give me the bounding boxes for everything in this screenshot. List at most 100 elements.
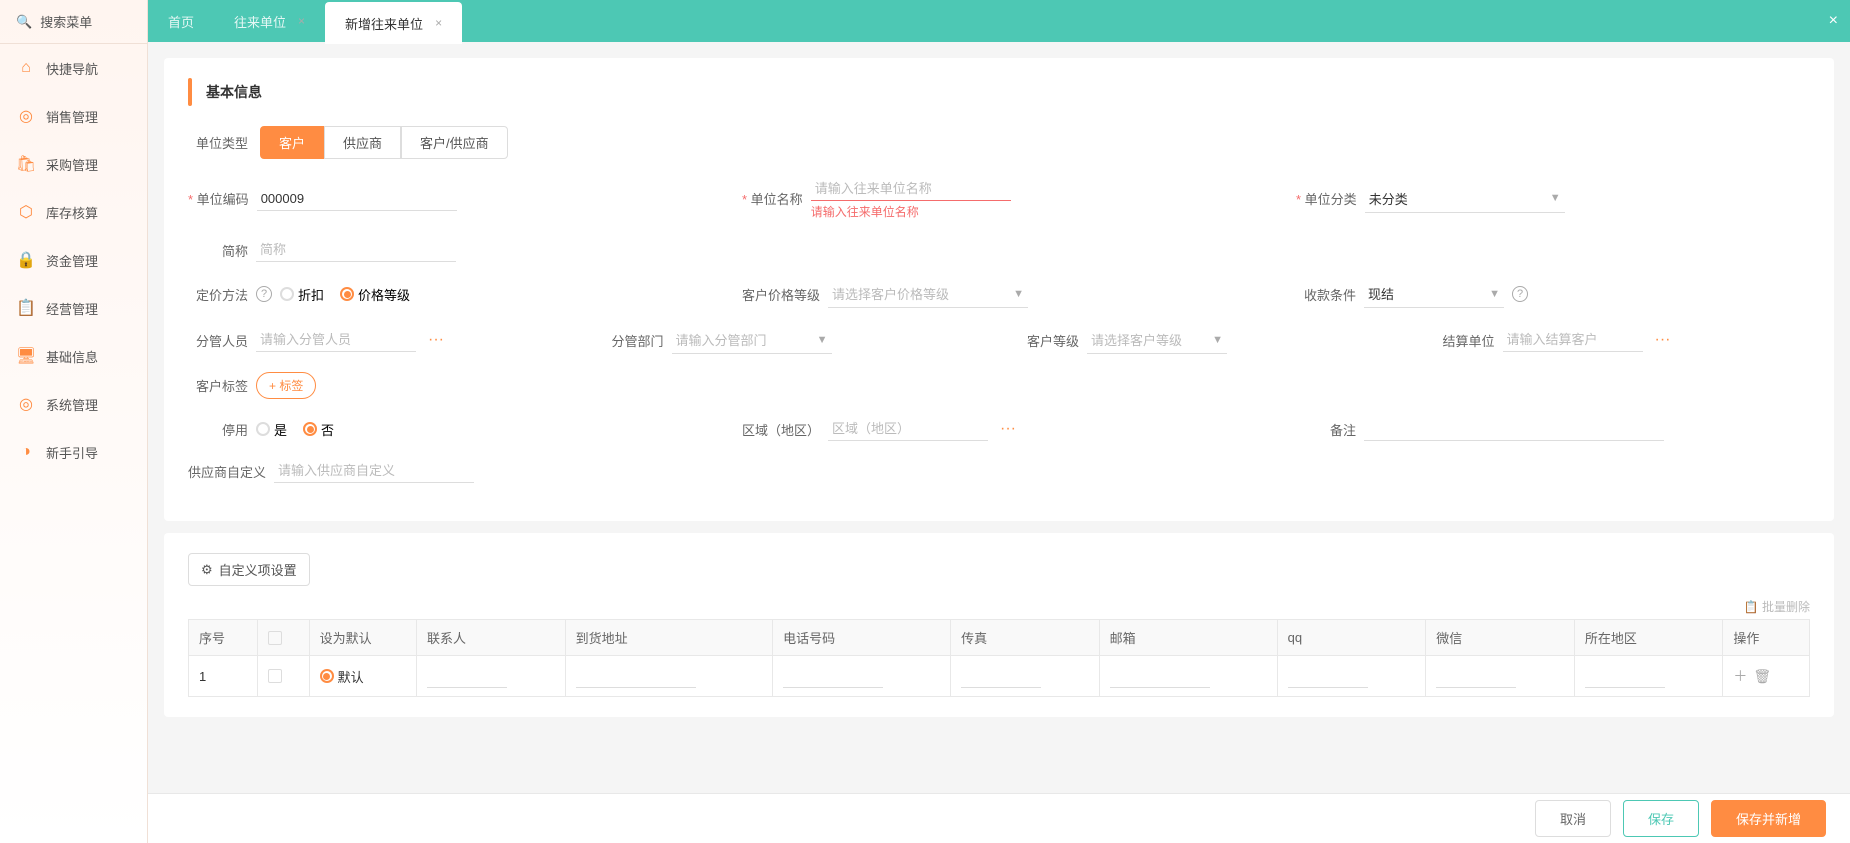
col-default: 设为默认: [309, 620, 416, 656]
btn-both[interactable]: 客户/供应商: [401, 126, 508, 159]
add-tag-button[interactable]: + 标签: [256, 372, 316, 399]
cell-fax[interactable]: [951, 656, 1100, 697]
disabled-no-radio[interactable]: [303, 422, 317, 436]
cell-delivery[interactable]: [565, 656, 772, 697]
sidebar-item-inventory[interactable]: ⬡ 库存核算: [0, 188, 147, 236]
payment-terms-arrow: ▼: [1489, 288, 1500, 300]
supplier-custom-input[interactable]: [274, 459, 474, 483]
payment-terms-label: 收款条件: [1296, 285, 1356, 304]
sidebar-item-quick-nav[interactable]: ⌂ 快捷导航: [0, 44, 147, 92]
default-radio[interactable]: [320, 669, 334, 683]
delivery-input[interactable]: [576, 664, 696, 688]
department-label: 分管部门: [604, 331, 664, 350]
disabled-yes-radio[interactable]: [256, 422, 270, 436]
sidebar-item-label: 经营管理: [46, 299, 98, 318]
tab-new-partner[interactable]: 新增往来单位 ×: [325, 2, 462, 44]
select-all-checkbox[interactable]: [268, 631, 282, 645]
table-header: 序号 设为默认 联系人 到货地址 电话号码 传真 邮箱 qq 微信 所在地区: [189, 620, 1810, 656]
sidebar-search[interactable]: 🔍 搜索菜单: [0, 0, 147, 44]
disabled-yes-option[interactable]: 是: [256, 420, 287, 439]
sidebar-item-system[interactable]: ◎ 系统管理: [0, 380, 147, 428]
phone-input[interactable]: [783, 664, 883, 688]
tab-partners[interactable]: 往来单位 ×: [214, 0, 325, 42]
sidebar-item-purchase[interactable]: 🛍 采购管理: [0, 140, 147, 188]
cancel-button[interactable]: 取消: [1535, 800, 1611, 837]
location-input[interactable]: [1585, 664, 1665, 688]
tab-home[interactable]: 首页: [148, 0, 214, 42]
cell-contact[interactable]: [417, 656, 566, 697]
col-delivery: 到货地址: [565, 620, 772, 656]
email-input[interactable]: [1110, 664, 1210, 688]
cell-location[interactable]: [1574, 656, 1723, 697]
basic-icon: 🖥: [16, 346, 36, 366]
qq-input[interactable]: [1288, 664, 1368, 688]
col-email: 邮箱: [1099, 620, 1277, 656]
fax-input[interactable]: [961, 664, 1041, 688]
sidebar-item-finance[interactable]: 🔒 资金管理: [0, 236, 147, 284]
manager-more-btn[interactable]: ···: [424, 331, 448, 349]
abbr-row: 简称: [188, 238, 1810, 262]
settlement-unit-more[interactable]: ···: [1651, 331, 1675, 349]
department-select[interactable]: 请输入分管部门 ▼: [672, 326, 832, 354]
settlement-unit-label: 结算单位: [1435, 331, 1495, 350]
tab-partners-close[interactable]: ×: [298, 14, 305, 28]
save-button[interactable]: 保存: [1623, 800, 1699, 837]
tag-row: 客户标签 + 标签: [188, 372, 1810, 399]
region-group: 区域（地区） ···: [742, 417, 1256, 441]
customer-level-select[interactable]: 请选择客户等级 ▼: [1087, 326, 1227, 354]
add-row-icon[interactable]: ＋: [1733, 666, 1747, 686]
region-input[interactable]: [828, 417, 988, 441]
settlement-unit-input[interactable]: [1503, 328, 1643, 352]
pricing-discount-option[interactable]: 折扣: [280, 285, 324, 304]
payment-terms-help[interactable]: ?: [1512, 286, 1528, 302]
pricing-discount-radio[interactable]: [280, 287, 294, 301]
col-action: 操作: [1723, 620, 1810, 656]
cell-email[interactable]: [1099, 656, 1277, 697]
sidebar-item-operations[interactable]: 📋 经营管理: [0, 284, 147, 332]
custom-settings-button[interactable]: ⚙ 自定义项设置: [188, 553, 310, 586]
customer-level-label: 客户等级: [1019, 331, 1079, 350]
wechat-input[interactable]: [1436, 664, 1516, 688]
cell-phone[interactable]: [773, 656, 951, 697]
btn-supplier[interactable]: 供应商: [324, 126, 401, 159]
sidebar-item-label: 系统管理: [46, 395, 98, 414]
unit-category-select[interactable]: 未分类 ▼: [1365, 185, 1565, 213]
sidebar-item-sales[interactable]: ◎ 销售管理: [0, 92, 147, 140]
unit-code-input[interactable]: [257, 187, 457, 211]
cell-seq: 1: [189, 656, 258, 697]
region-more-btn[interactable]: ···: [996, 420, 1020, 438]
payment-terms-select[interactable]: 现结 ▼: [1364, 280, 1504, 308]
pricing-help-icon[interactable]: ?: [256, 286, 272, 302]
basic-info-section: 基本信息 单位类型 客户 供应商 客户/供应商 单位编码: [164, 58, 1834, 521]
inventory-icon: ⬡: [16, 202, 36, 222]
cell-wechat[interactable]: [1426, 656, 1575, 697]
row-checkbox[interactable]: [268, 669, 282, 683]
unit-name-error: 请输入往来单位名称: [811, 203, 1011, 220]
customer-tag-group: 客户标签 + 标签: [188, 372, 1810, 399]
save-new-button[interactable]: 保存并新增: [1711, 800, 1826, 837]
section-title-bar: [188, 78, 192, 106]
abbr-input[interactable]: [256, 238, 456, 262]
customer-price-select[interactable]: 请选择客户价格等级 ▼: [828, 280, 1028, 308]
sidebar-item-guide[interactable]: ◑ 新手引导: [0, 428, 147, 476]
pricing-row: 定价方法 ? 折扣 价格等级: [188, 280, 1810, 308]
delete-row-icon[interactable]: 🗑: [1753, 668, 1771, 685]
disabled-no-option[interactable]: 否: [303, 420, 334, 439]
cell-qq[interactable]: [1277, 656, 1426, 697]
manager-input[interactable]: [256, 328, 416, 352]
unit-name-input[interactable]: [811, 177, 1011, 201]
sidebar-item-label: 快捷导航: [46, 59, 98, 78]
search-icon: 🔍: [16, 14, 32, 30]
batch-delete-label[interactable]: 批量删除: [1762, 600, 1810, 614]
tab-new-partner-close[interactable]: ×: [435, 16, 442, 30]
pricing-level-radio[interactable]: [340, 287, 354, 301]
btn-customer[interactable]: 客户: [260, 126, 324, 159]
sidebar-item-basic[interactable]: 🖥 基础信息: [0, 332, 147, 380]
default-radio-item[interactable]: 默认: [320, 667, 406, 686]
pricing-level-label: 价格等级: [358, 285, 410, 304]
remarks-input[interactable]: [1364, 417, 1664, 441]
tab-bar-close-all[interactable]: ×: [1829, 12, 1838, 30]
col-fax: 传真: [951, 620, 1100, 656]
pricing-level-option[interactable]: 价格等级: [340, 285, 410, 304]
contact-input[interactable]: [427, 664, 507, 688]
